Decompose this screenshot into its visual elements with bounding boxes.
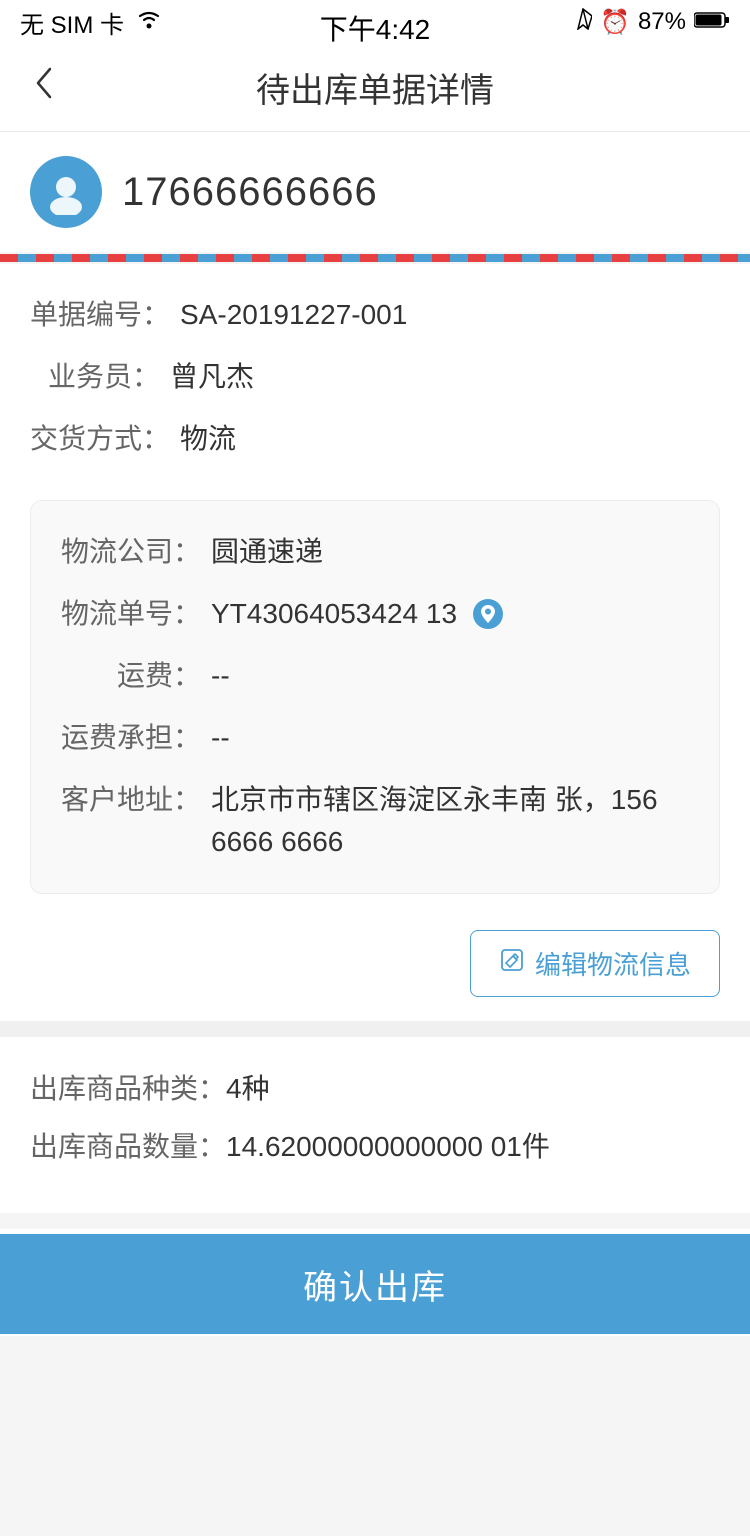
freight-label: 运费：	[61, 655, 201, 697]
logistics-tracking-label: 物流单号：	[61, 593, 201, 635]
status-time: 下午4:42	[320, 8, 431, 48]
location-status-icon	[574, 8, 592, 37]
confirm-button-bar[interactable]: 确认出库	[0, 1234, 750, 1334]
logistics-card: 物流公司： 圆通速递 物流单号： YT43064053424 13 运费： --	[30, 500, 720, 894]
logistics-company-row: 物流公司： 圆通速递	[61, 531, 689, 573]
address-value: 北京市市辖区海淀区永丰南 张，156 6666 6666	[201, 779, 689, 863]
nav-bar: 待出库单据详情	[0, 44, 750, 132]
user-phone: 17666666666	[122, 170, 378, 215]
goods-types-row: 出库商品种类： 4种	[30, 1067, 720, 1107]
goods-section: 出库商品种类： 4种 出库商品数量： 14.62000000000000 01件	[0, 1037, 750, 1213]
order-no-value: SA-20191227-001	[170, 294, 720, 336]
status-bar: 无 SIM 卡 下午4:42 ⏰ 87%	[0, 0, 750, 44]
goods-types-label: 出库商品种类：	[30, 1067, 226, 1107]
logistics-company-label: 物流公司：	[61, 531, 201, 573]
alarm-icon: ⏰	[600, 8, 630, 37]
basic-info-section: 单据编号： SA-20191227-001 业务员： 曾凡杰 交货方式： 物流	[0, 264, 750, 500]
address-row: 客户地址： 北京市市辖区海淀区永丰南 张，156 6666 6666	[61, 779, 689, 863]
salesman-value: 曾凡杰	[160, 356, 720, 398]
edit-logistics-label: 编辑物流信息	[535, 945, 691, 982]
salesman-row: 业务员： 曾凡杰	[30, 356, 720, 398]
delivery-label: 交货方式：	[30, 418, 170, 460]
address-label: 客户地址：	[61, 779, 201, 821]
logistics-tracking-value: YT43064053424 13	[201, 593, 689, 635]
dashed-divider	[0, 254, 750, 262]
status-left: 无 SIM 卡	[20, 5, 164, 40]
goods-types-value: 4种	[226, 1067, 720, 1107]
goods-quantity-label: 出库商品数量：	[30, 1125, 226, 1165]
order-no-label: 单据编号：	[30, 294, 170, 336]
tracking-no-text: YT43064053424 13	[211, 593, 457, 635]
order-no-row: 单据编号： SA-20191227-001	[30, 294, 720, 336]
edit-icon	[499, 947, 525, 980]
avatar	[30, 156, 102, 228]
battery-percent: 87%	[638, 8, 686, 36]
delivery-value: 物流	[170, 418, 720, 460]
freight-row: 运费： --	[61, 655, 689, 697]
back-button[interactable]	[30, 61, 90, 114]
freight-bearer-value: --	[201, 717, 689, 759]
section-divider	[0, 1021, 750, 1037]
edit-logistics-button[interactable]: 编辑物流信息	[470, 930, 720, 997]
bottom-spacer	[0, 1336, 750, 1536]
battery-icon	[694, 8, 730, 36]
logistics-container: 物流公司： 圆通速递 物流单号： YT43064053424 13 运费： --	[0, 500, 750, 1021]
logistics-tracking-row: 物流单号： YT43064053424 13	[61, 593, 689, 635]
salesman-label: 业务员：	[30, 356, 160, 398]
goods-quantity-row: 出库商品数量： 14.62000000000000 01件	[30, 1125, 720, 1165]
freight-bearer-row: 运费承担： --	[61, 717, 689, 759]
map-pin-icon[interactable]	[471, 597, 505, 631]
edit-btn-row: 编辑物流信息	[0, 910, 750, 1021]
page-title: 待出库单据详情	[90, 63, 660, 112]
user-header: 17666666666	[0, 132, 750, 252]
wifi-icon	[134, 8, 164, 37]
confirm-button-label: 确认出库	[303, 1260, 447, 1309]
logistics-company-value: 圆通速递	[201, 531, 689, 573]
delivery-row: 交货方式： 物流	[30, 418, 720, 460]
goods-quantity-value: 14.62000000000000 01件	[226, 1125, 720, 1165]
status-right: ⏰ 87%	[574, 8, 730, 37]
freight-value: --	[201, 655, 689, 697]
carrier-label: 无 SIM 卡	[20, 5, 124, 40]
freight-bearer-label: 运费承担：	[61, 717, 201, 759]
